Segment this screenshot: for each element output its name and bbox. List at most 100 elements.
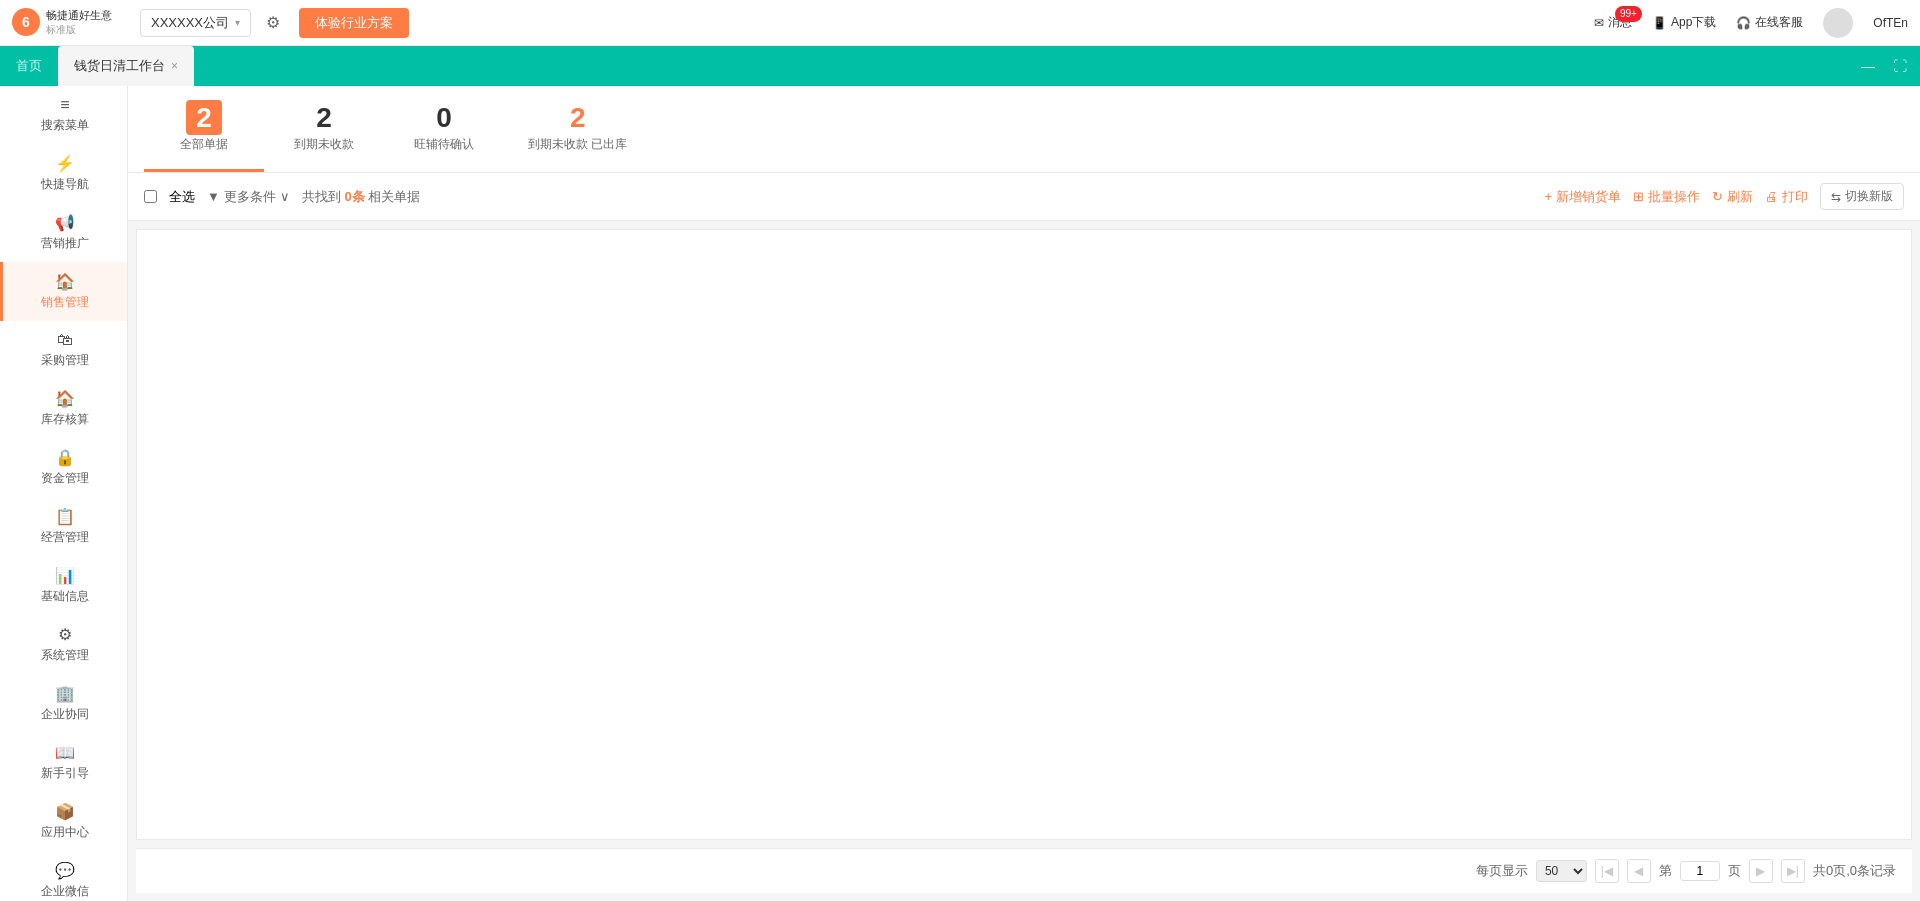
sidebar-item-label: 经营管理 bbox=[41, 529, 89, 546]
stat-all-number: 2 bbox=[168, 102, 240, 134]
sidebar-item-purchase[interactable]: 🛍 采购管理 bbox=[0, 321, 127, 379]
add-icon: + bbox=[1544, 189, 1552, 204]
online-service-action[interactable]: 🎧 在线客服 bbox=[1736, 14, 1803, 31]
sidebar-item-wechat[interactable]: 💬 企业微信 bbox=[0, 851, 127, 901]
logo-area: 6 畅捷通好生意 标准版 bbox=[12, 8, 140, 36]
stat-wangpu-label: 旺辅待确认 bbox=[408, 136, 480, 153]
toolbar-right: + 新增销货单 ⊞ 批量操作 ↻ 刷新 🖨 打印 ⇆ 切换新版 bbox=[1544, 183, 1904, 210]
sidebar-item-finance[interactable]: 🔒 资金管理 bbox=[0, 438, 127, 497]
app-download-label: App下载 bbox=[1671, 14, 1716, 31]
sidebar-item-label: 营销推广 bbox=[41, 235, 89, 252]
system-icon: ⚙ bbox=[58, 625, 72, 644]
purchase-icon: 🛍 bbox=[57, 331, 73, 349]
sidebar-item-label: 快捷导航 bbox=[41, 176, 89, 193]
found-prefix: 共找到 bbox=[302, 189, 341, 204]
logo-icon: 6 bbox=[12, 8, 40, 36]
print-button[interactable]: 🖨 打印 bbox=[1765, 188, 1808, 206]
prev-page-button[interactable]: ◀ bbox=[1627, 859, 1651, 883]
stat-card-overdue-out[interactable]: 2 到期未收款 已出库 bbox=[504, 86, 651, 172]
online-service-label: 在线客服 bbox=[1755, 14, 1803, 31]
stat-overdue-out-number: 2 bbox=[528, 102, 627, 134]
app-icon: 📱 bbox=[1652, 16, 1667, 30]
sidebar-item-inventory[interactable]: 🏠 库存核算 bbox=[0, 379, 127, 438]
stat-card-all[interactable]: 2 全部单据 bbox=[144, 86, 264, 172]
sidebar-item-search-menu[interactable]: ≡ 搜索菜单 bbox=[0, 86, 127, 144]
print-label: 打印 bbox=[1782, 188, 1808, 206]
toolbar-left: 全选 ▼ 更多条件 ∨ 共找到 0条 相关单据 bbox=[144, 188, 1532, 206]
header-right: ✉ 消息 99+ 📱 App下载 🎧 在线客服 OfTEn bbox=[1594, 8, 1908, 38]
tab-close-icon[interactable]: × bbox=[171, 59, 178, 73]
stat-overdue-out-label: 到期未收款 已出库 bbox=[528, 136, 627, 153]
sidebar-item-operations[interactable]: 📋 经营管理 bbox=[0, 497, 127, 556]
add-label: 新增销货单 bbox=[1556, 188, 1621, 206]
filter-button[interactable]: ▼ 更多条件 ∨ bbox=[207, 188, 290, 206]
main-layout: ≡ 搜索菜单 ⚡ 快捷导航 📢 营销推广 🏠 销售管理 🛍 采购管理 🏠 库存核… bbox=[0, 86, 1920, 901]
switch-icon: ⇆ bbox=[1831, 190, 1841, 204]
page-input[interactable] bbox=[1680, 861, 1720, 881]
user-name: OfTEn bbox=[1873, 16, 1908, 30]
pagination: 每页显示 50 10 20 100 |◀ ◀ 第 页 ▶ ▶| 共0页,0条记录 bbox=[136, 848, 1912, 893]
marketing-icon: 📢 bbox=[55, 213, 75, 232]
sidebar: ≡ 搜索菜单 ⚡ 快捷导航 📢 营销推广 🏠 销售管理 🛍 采购管理 🏠 库存核… bbox=[0, 86, 128, 901]
stat-overdue-label: 到期未收款 bbox=[288, 136, 360, 153]
app-center-icon: 📦 bbox=[55, 802, 75, 821]
chevron-down-icon: ▾ bbox=[235, 17, 240, 28]
sidebar-item-label: 企业微信 bbox=[41, 883, 89, 900]
page-size-select[interactable]: 50 10 20 100 bbox=[1536, 860, 1587, 882]
sidebar-item-base-info[interactable]: 📊 基础信息 bbox=[0, 556, 127, 615]
last-page-button[interactable]: ▶| bbox=[1781, 859, 1805, 883]
add-sales-button[interactable]: + 新增销货单 bbox=[1544, 188, 1621, 206]
stat-card-overdue[interactable]: 2 到期未收款 bbox=[264, 86, 384, 172]
inventory-icon: 🏠 bbox=[55, 389, 75, 408]
sidebar-item-enterprise[interactable]: 🏢 企业协同 bbox=[0, 674, 127, 733]
found-count: 0条 bbox=[345, 189, 369, 204]
logo-text-block: 畅捷通好生意 标准版 bbox=[46, 8, 112, 36]
refresh-button[interactable]: ↻ 刷新 bbox=[1712, 188, 1753, 206]
tab-home[interactable]: 首页 bbox=[0, 46, 58, 86]
select-all-checkbox[interactable] bbox=[144, 190, 157, 203]
refresh-icon: ↻ bbox=[1712, 189, 1723, 204]
app-download-action[interactable]: 📱 App下载 bbox=[1652, 14, 1716, 31]
sidebar-item-quick-nav[interactable]: ⚡ 快捷导航 bbox=[0, 144, 127, 203]
tab-cash-daily[interactable]: 钱货日清工作台 × bbox=[58, 46, 194, 86]
company-name: XXXXXX公司 bbox=[151, 14, 229, 32]
sidebar-item-sales[interactable]: 🏠 销售管理 bbox=[0, 262, 127, 321]
sidebar-item-marketing[interactable]: 📢 营销推广 bbox=[0, 203, 127, 262]
trial-button[interactable]: 体验行业方案 bbox=[299, 8, 409, 38]
stats-row: 2 全部单据 2 到期未收款 0 旺辅待确认 2 到期未收款 已出库 bbox=[128, 86, 1920, 173]
page-unit: 页 bbox=[1728, 862, 1741, 880]
sidebar-item-label: 企业协同 bbox=[41, 706, 89, 723]
first-page-button[interactable]: |◀ bbox=[1595, 859, 1619, 883]
guide-icon: 📖 bbox=[55, 743, 75, 762]
sales-icon: 🏠 bbox=[55, 272, 75, 291]
stat-card-wangpu[interactable]: 0 旺辅待确认 bbox=[384, 86, 504, 172]
filter-chevron-icon: ∨ bbox=[280, 189, 290, 204]
filter-label: 更多条件 bbox=[224, 188, 276, 206]
message-action[interactable]: ✉ 消息 99+ bbox=[1594, 14, 1632, 31]
switch-version-button[interactable]: ⇆ 切换新版 bbox=[1820, 183, 1904, 210]
logo-badge: 标准版 bbox=[46, 23, 112, 37]
tab-minimize-icon[interactable]: — bbox=[1856, 54, 1880, 78]
sidebar-item-label: 新手引导 bbox=[41, 765, 89, 782]
finance-icon: 🔒 bbox=[55, 448, 75, 467]
sidebar-item-app-center[interactable]: 📦 应用中心 bbox=[0, 792, 127, 851]
top-header: 6 畅捷通好生意 标准版 XXXXXX公司 ▾ ⚙ 体验行业方案 ✉ 消息 99… bbox=[0, 0, 1920, 46]
refresh-label: 刷新 bbox=[1727, 188, 1753, 206]
sidebar-item-label: 资金管理 bbox=[41, 470, 89, 487]
base-info-icon: 📊 bbox=[55, 566, 75, 585]
filter-icon: ▼ bbox=[207, 189, 220, 204]
next-page-button[interactable]: ▶ bbox=[1749, 859, 1773, 883]
sidebar-item-guide[interactable]: 📖 新手引导 bbox=[0, 733, 127, 792]
tab-expand-icon[interactable]: ⛶ bbox=[1888, 54, 1912, 78]
stat-all-label: 全部单据 bbox=[168, 136, 240, 153]
sidebar-item-system[interactable]: ⚙ 系统管理 bbox=[0, 615, 127, 674]
wechat-icon: 💬 bbox=[55, 861, 75, 880]
settings-icon[interactable]: ⚙ bbox=[259, 9, 287, 37]
batch-operation-button[interactable]: ⊞ 批量操作 bbox=[1633, 188, 1700, 206]
enterprise-icon: 🏢 bbox=[55, 684, 75, 703]
switch-label: 切换新版 bbox=[1845, 188, 1893, 205]
avatar[interactable] bbox=[1823, 8, 1853, 38]
sidebar-item-label: 库存核算 bbox=[41, 411, 89, 428]
sidebar-item-label: 应用中心 bbox=[41, 824, 89, 841]
company-selector[interactable]: XXXXXX公司 ▾ bbox=[140, 9, 251, 37]
